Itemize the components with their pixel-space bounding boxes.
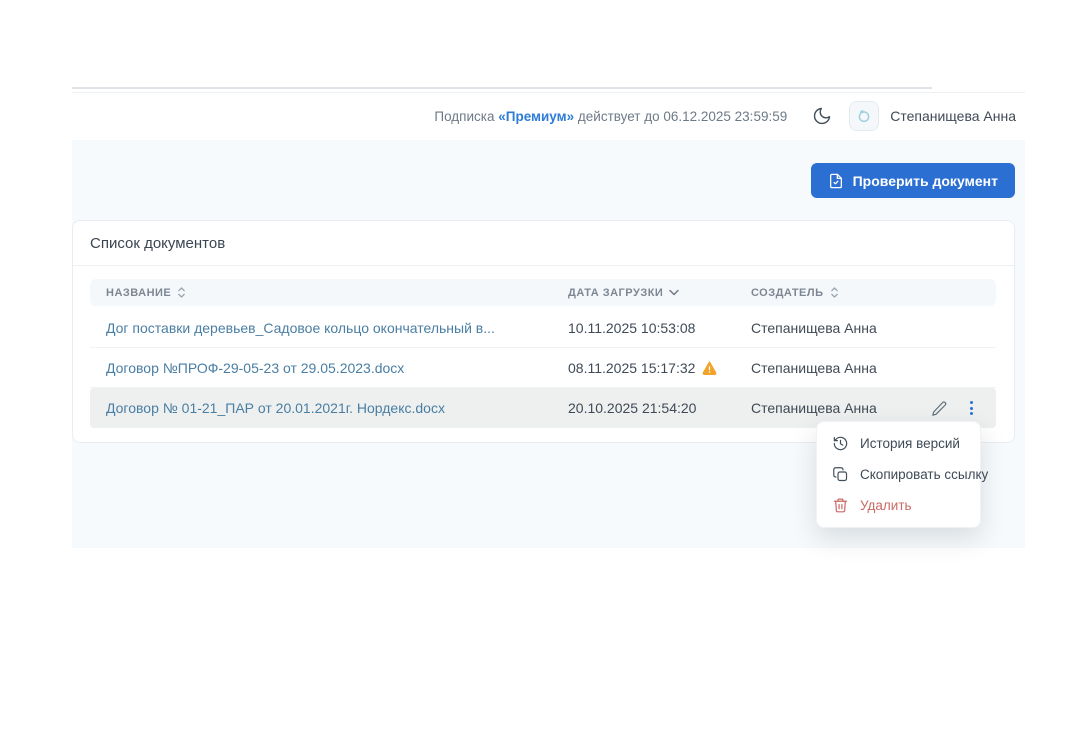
documents-card: Список документов НАЗВАНИЕ ДАТА ЗАГРУЗКИ…	[72, 220, 1015, 443]
document-link[interactable]: Договор №ПРОФ-29-05-23 от 29.05.2023.doc…	[106, 360, 568, 376]
history-icon	[832, 435, 849, 452]
menu-item-copy-link[interactable]: Скопировать ссылку	[817, 459, 988, 490]
trash-icon	[832, 497, 849, 514]
copy-icon	[832, 466, 849, 483]
kebab-icon	[969, 401, 973, 415]
document-check-icon	[828, 173, 844, 189]
column-creator-label: СОЗДАТЕЛЬ	[751, 286, 824, 299]
column-header-creator[interactable]: СОЗДАТЕЛЬ	[751, 286, 996, 299]
subscription-suffix: действует до 06.12.2025 23:59:59	[574, 108, 788, 124]
sort-both-icon	[830, 286, 839, 299]
header-bar: Подписка «Премиум» действует до 06.12.20…	[72, 94, 1016, 138]
creator-name: Степанищева Анна	[751, 319, 877, 336]
upload-date: 08.11.2025 15:17:32	[568, 359, 696, 376]
table-header-row: НАЗВАНИЕ ДАТА ЗАГРУЗКИ СОЗДАТЕЛЬ	[90, 279, 996, 306]
column-header-upload-date[interactable]: ДАТА ЗАГРУЗКИ	[568, 287, 751, 299]
check-document-label: Проверить документ	[852, 172, 998, 189]
row-context-menu: История версий Скопировать ссылку Удалит…	[816, 421, 988, 528]
avatar-logo-icon	[856, 108, 872, 124]
user-name[interactable]: Степанищева Анна	[890, 108, 1016, 124]
documents-card-title: Список документов	[90, 235, 226, 252]
menu-item-version-history[interactable]: История версий	[817, 428, 980, 459]
pencil-icon	[931, 400, 948, 417]
column-name-label: НАЗВАНИЕ	[106, 286, 172, 299]
moon-icon	[812, 106, 832, 126]
sort-desc-icon	[669, 289, 680, 296]
top-divider-strong	[72, 87, 932, 89]
sort-both-icon	[177, 286, 186, 299]
dark-mode-toggle[interactable]	[809, 103, 835, 129]
warning-icon[interactable]	[701, 360, 718, 376]
upload-date: 10.11.2025 10:53:08	[568, 319, 696, 336]
edit-button[interactable]	[928, 397, 950, 419]
top-divider-light	[72, 92, 1025, 93]
column-upload-date-label: ДАТА ЗАГРУЗКИ	[568, 286, 664, 299]
menu-item-delete[interactable]: Удалить	[817, 490, 980, 521]
table-body: Дог поставки деревьев_Садовое кольцо око…	[90, 308, 996, 428]
check-document-button[interactable]: Проверить документ	[810, 163, 1015, 198]
column-header-name[interactable]: НАЗВАНИЕ	[90, 286, 568, 299]
document-link[interactable]: Договор № 01-21_ПАР от 20.01.2021г. Норд…	[106, 400, 568, 416]
subscription-prefix: Подписка	[434, 108, 499, 124]
creator-name: Степанищева Анна	[751, 359, 877, 376]
menu-item-label: Удалить	[860, 498, 912, 513]
document-link[interactable]: Дог поставки деревьев_Садовое кольцо око…	[106, 320, 568, 336]
avatar[interactable]	[849, 101, 880, 131]
subscription-plan[interactable]: «Премиум»	[498, 109, 574, 124]
row-menu-button[interactable]	[960, 397, 982, 419]
table-row: Договор №ПРОФ-29-05-23 от 29.05.2023.doc…	[90, 348, 996, 388]
card-divider	[73, 265, 1014, 266]
upload-date: 20.10.2025 21:54:20	[568, 400, 697, 416]
table-row: Дог поставки деревьев_Садовое кольцо око…	[90, 308, 996, 348]
subscription-status: Подписка «Премиум» действует до 06.12.20…	[434, 109, 787, 124]
menu-item-label: Скопировать ссылку	[860, 467, 989, 482]
menu-item-label: История версий	[860, 436, 960, 451]
